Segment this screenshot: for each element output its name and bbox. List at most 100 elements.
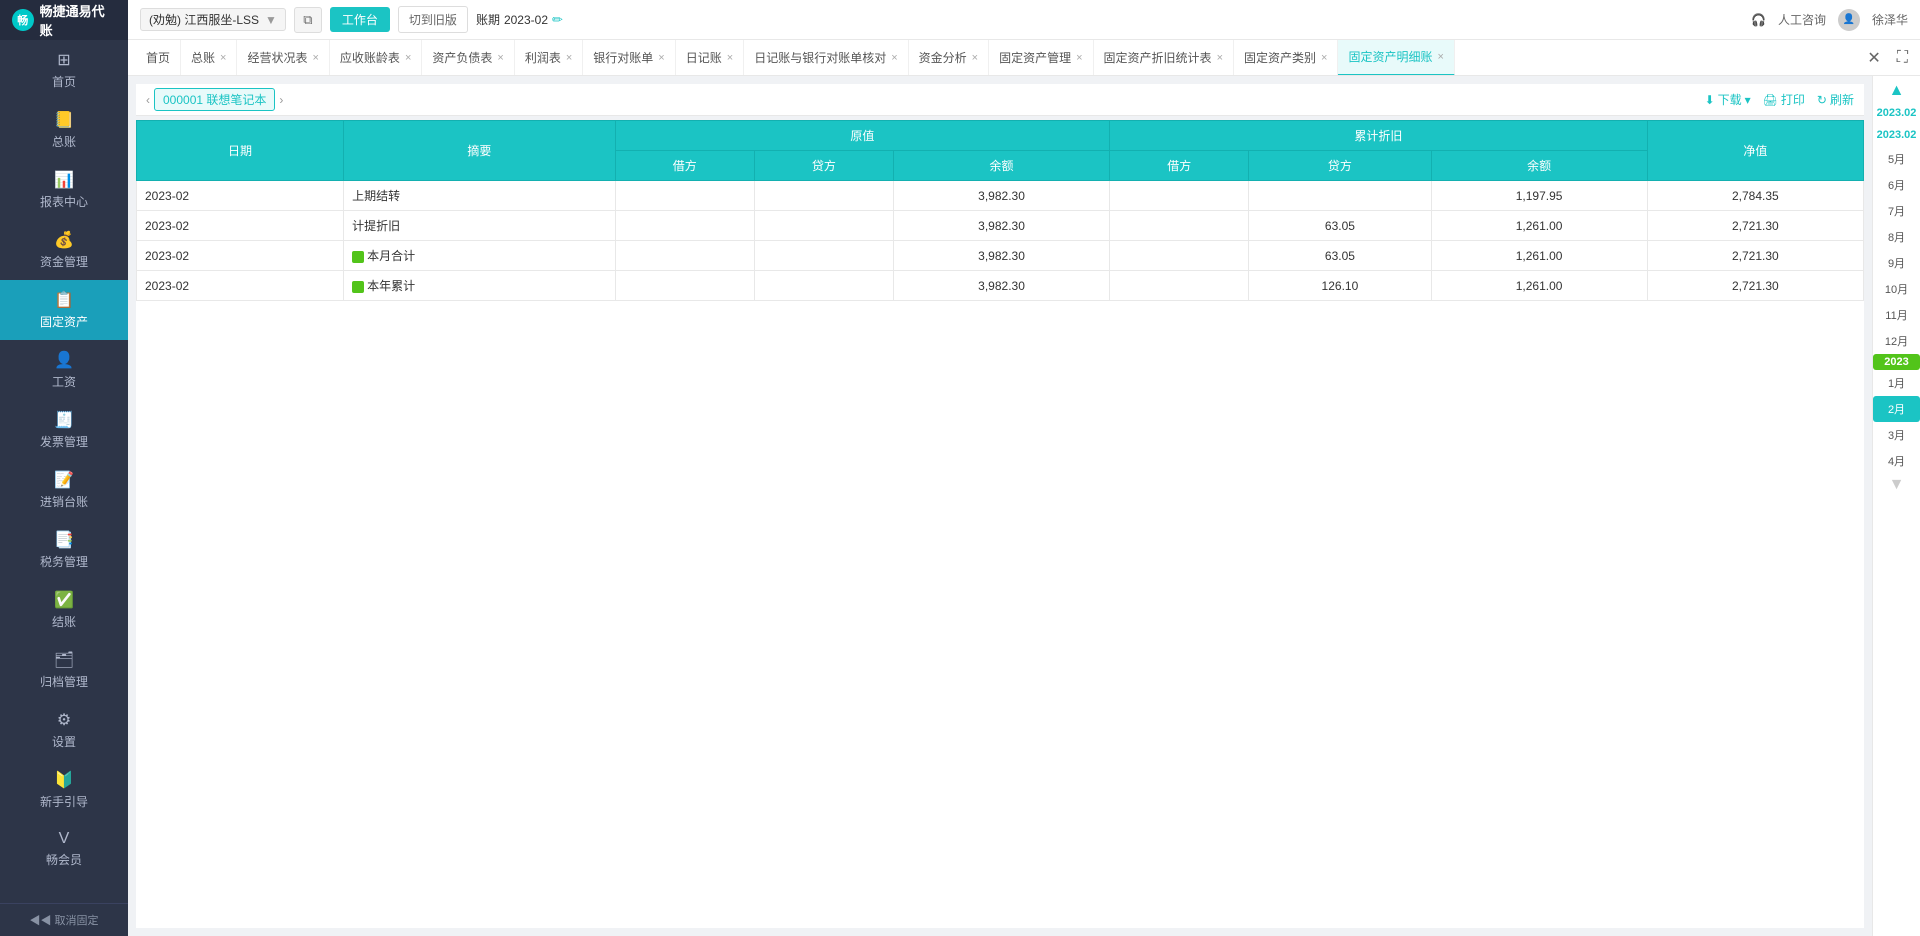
sales-ledger-icon: 📝: [54, 470, 74, 490]
breadcrumb-forward-icon[interactable]: ›: [279, 93, 283, 107]
tab-journal[interactable]: 日记账 ×: [676, 40, 744, 76]
tab-close-icon[interactable]: ×: [1321, 52, 1327, 64]
period-month-10[interactable]: 10月: [1873, 276, 1920, 302]
tab-fixed-assets-detail[interactable]: 固定资产明细账 ×: [1338, 40, 1454, 76]
funds-icon: 💰: [54, 230, 74, 250]
service-label[interactable]: 人工咨询: [1778, 11, 1826, 28]
sidebar-unpin[interactable]: ◀◀ 取消固定: [0, 903, 128, 936]
breadcrumb-bar: ‹ 000001 联想笔记本 › ⬇ 下载 ▾ 🖨 打印: [136, 84, 1864, 116]
period-month-9[interactable]: 9月: [1873, 250, 1920, 276]
period-month-12[interactable]: 12月: [1873, 328, 1920, 354]
tab-close-icon[interactable]: ×: [891, 52, 897, 64]
tab-label: 总账: [191, 49, 215, 66]
topbar-right: 🎧 人工咨询 👤 徐泽华: [1751, 9, 1908, 31]
tab-close-icon[interactable]: ×: [972, 52, 978, 64]
col-depreciation-debit: 借方: [1110, 151, 1249, 181]
period-year-2023-header: 2023.02: [1873, 124, 1920, 146]
period-month-7[interactable]: 7月: [1873, 198, 1920, 224]
tab-close-icon[interactable]: ×: [497, 52, 503, 64]
row-badge-icon: [352, 251, 364, 263]
sidebar-item-label: 畅会员: [46, 851, 82, 868]
tab-label: 银行对账单: [593, 49, 653, 66]
period-month-6[interactable]: 6月: [1873, 172, 1920, 198]
period-month-3[interactable]: 3月: [1873, 422, 1920, 448]
period-edit-icon[interactable]: ✏: [552, 12, 563, 28]
tab-fixed-assets-mgmt[interactable]: 固定资产管理 ×: [989, 40, 1093, 76]
tab-close-icon[interactable]: ×: [566, 52, 572, 64]
sidebar-item-ledger[interactable]: 📒 总账: [0, 100, 128, 160]
sidebar-item-label: 进销台账: [40, 493, 88, 510]
tab-business-status[interactable]: 经营状况表 ×: [237, 40, 329, 76]
table-row: 2023-02上期结转3,982.301,197.952,784.35: [137, 181, 1864, 211]
tab-label: 资金分析: [919, 49, 967, 66]
tab-close-icon[interactable]: ×: [220, 52, 226, 64]
tab-fullscreen-icon[interactable]: ⛶: [1893, 47, 1912, 69]
sidebar-item-closing[interactable]: ✅ 结账: [0, 580, 128, 640]
tab-close-icon[interactable]: ×: [1076, 52, 1082, 64]
sidebar-item-home[interactable]: ⊞ 首页: [0, 40, 128, 100]
company-selector[interactable]: (劝勉) 江西服坐-LSS ▼: [140, 8, 286, 31]
col-original-group: 原值: [615, 121, 1110, 151]
payroll-icon: 👤: [54, 350, 74, 370]
tab-receivable-aging[interactable]: 应收账龄表 ×: [330, 40, 422, 76]
tab-bank-statement[interactable]: 银行对账单 ×: [583, 40, 675, 76]
period-down-button[interactable]: ▼: [1887, 474, 1907, 496]
copy-button[interactable]: ⧉: [294, 7, 322, 33]
period-sidebar: ▲ 2023.02 2023.02 5月 6月 7月 8月 9月 10月 11月…: [1872, 76, 1920, 936]
tab-fixed-assets-depreciation[interactable]: 固定资产折旧统计表 ×: [1094, 40, 1234, 76]
tab-close-icon[interactable]: ×: [658, 52, 664, 64]
sidebar-item-member[interactable]: V 畅会员: [0, 820, 128, 878]
sidebar-item-fixed-assets[interactable]: 📋 固定资产: [0, 280, 128, 340]
tab-journal-reconcile[interactable]: 日记账与银行对账单核对 ×: [744, 40, 908, 76]
ledger-icon: 📒: [54, 110, 74, 130]
download-button[interactable]: ⬇ 下载 ▾: [1705, 91, 1751, 108]
tab-ledger[interactable]: 总账 ×: [181, 40, 237, 76]
sidebar-item-funds[interactable]: 💰 资金管理: [0, 220, 128, 280]
workstation-button[interactable]: 工作台: [330, 7, 390, 32]
sidebar-item-label: 归档管理: [40, 673, 88, 690]
username[interactable]: 徐泽华: [1872, 11, 1908, 28]
settings-icon: ⚙: [57, 710, 71, 730]
sidebar-item-settings[interactable]: ⚙ 设置: [0, 700, 128, 760]
tab-close-icon[interactable]: ×: [1437, 51, 1443, 63]
period-month-5[interactable]: 5月: [1873, 146, 1920, 172]
tab-balance-sheet[interactable]: 资产负债表 ×: [422, 40, 514, 76]
closing-icon: ✅: [54, 590, 74, 610]
service-icon: 🎧: [1751, 13, 1766, 27]
copy-icon: ⧉: [303, 12, 312, 28]
period-month-8[interactable]: 8月: [1873, 224, 1920, 250]
asset-tag[interactable]: 000001 联想笔记本: [154, 88, 275, 111]
period-label: 账期: [476, 11, 500, 28]
tab-close-icon[interactable]: ×: [405, 52, 411, 64]
sidebar-item-tax[interactable]: 📑 税务管理: [0, 520, 128, 580]
print-button[interactable]: 🖨 打印: [1763, 91, 1805, 108]
switch-version-button[interactable]: 切到旧版: [398, 6, 468, 33]
sidebar-item-guide[interactable]: 🔰 新手引导: [0, 760, 128, 820]
period-month-1[interactable]: 1月: [1873, 370, 1920, 396]
tab-close-icon[interactable]: ×: [312, 52, 318, 64]
refresh-button[interactable]: ↻ 刷新: [1817, 91, 1854, 108]
tax-icon: 📑: [54, 530, 74, 550]
tab-profit[interactable]: 利润表 ×: [515, 40, 583, 76]
period-month-4[interactable]: 4月: [1873, 448, 1920, 474]
sidebar-item-archive[interactable]: 🗂 归档管理: [0, 640, 128, 700]
data-table-wrap: 日期 摘要 原值 累计折旧 净值 借方 贷方 余额 借方 贷方 余额: [136, 120, 1864, 928]
tab-fixed-assets-category[interactable]: 固定资产类别 ×: [1234, 40, 1338, 76]
tab-label: 固定资产折旧统计表: [1104, 49, 1212, 66]
tab-home[interactable]: 首页: [136, 40, 181, 76]
sidebar-item-reports[interactable]: 📊 报表中心: [0, 160, 128, 220]
col-date: 日期: [137, 121, 344, 181]
period-month-11[interactable]: 11月: [1873, 302, 1920, 328]
tab-close-icon[interactable]: ×: [1217, 52, 1223, 64]
sidebar-item-label: 新手引导: [40, 793, 88, 810]
period-month-2-active[interactable]: 2月: [1873, 396, 1920, 422]
period-up-button[interactable]: ▲: [1887, 80, 1907, 102]
company-name: (劝勉) 江西服坐-LSS: [149, 11, 259, 28]
tab-close-all-icon[interactable]: ✕: [1863, 46, 1884, 70]
sidebar-item-sales-ledger[interactable]: 📝 进销台账: [0, 460, 128, 520]
sidebar-item-payroll[interactable]: 👤 工资: [0, 340, 128, 400]
tab-fund-analysis[interactable]: 资金分析 ×: [909, 40, 989, 76]
tab-close-icon[interactable]: ×: [727, 52, 733, 64]
sidebar-item-invoice[interactable]: 🧾 发票管理: [0, 400, 128, 460]
breadcrumb-back-icon[interactable]: ‹: [146, 93, 150, 107]
